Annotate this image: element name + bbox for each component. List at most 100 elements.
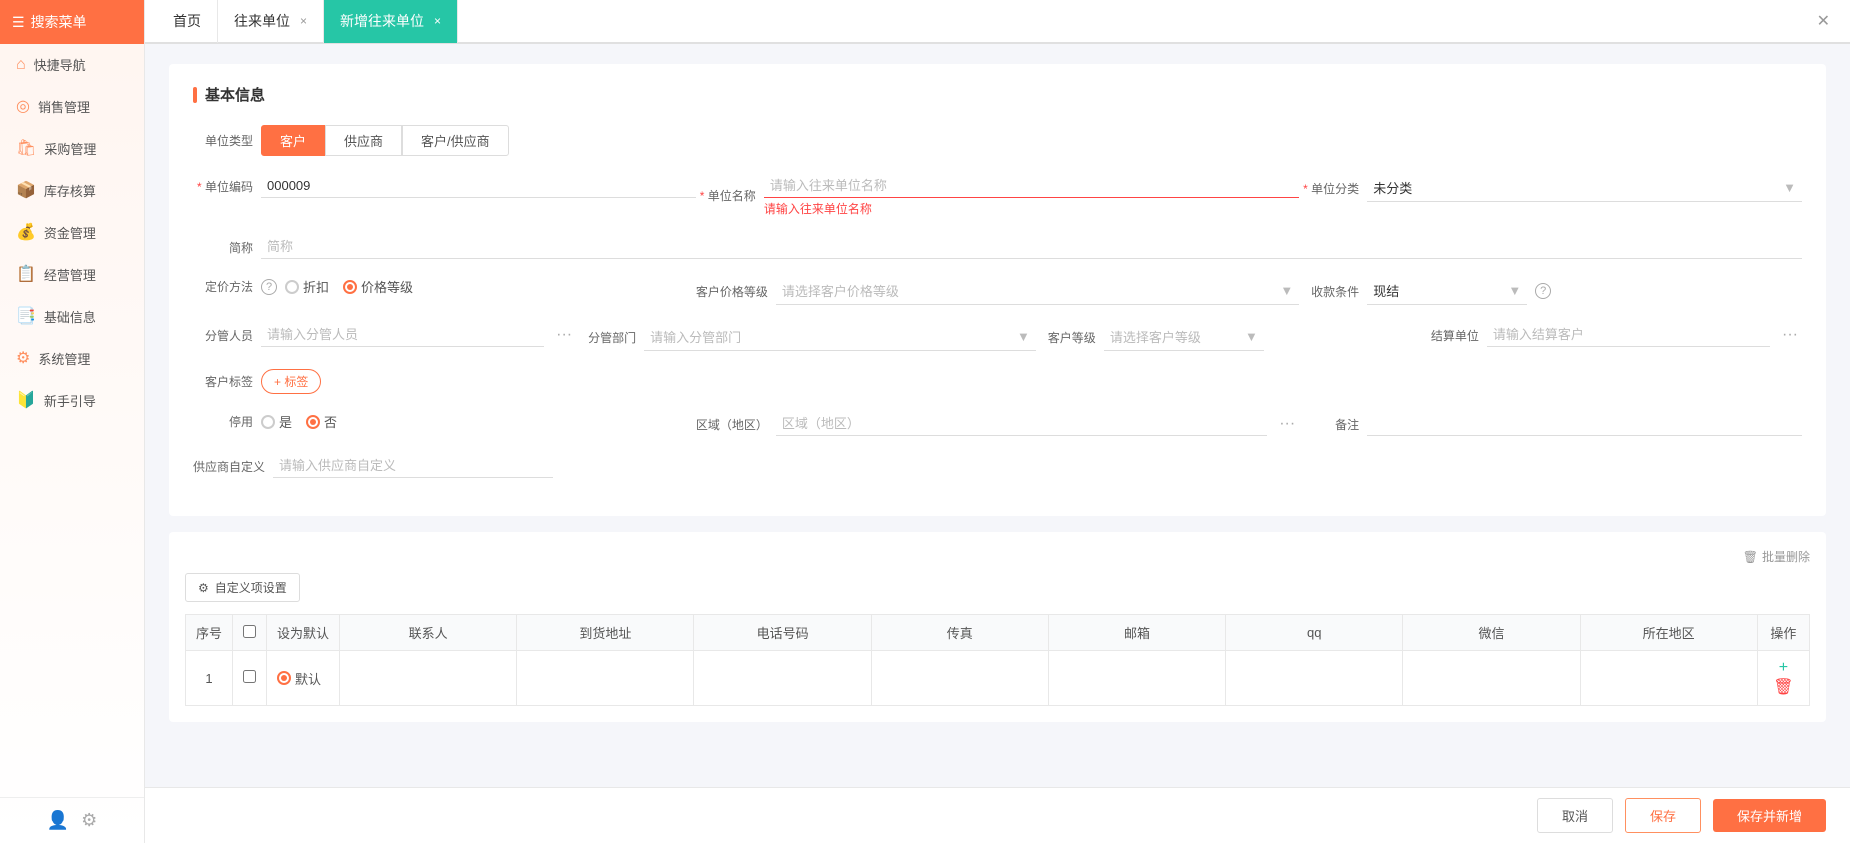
email-input[interactable] [1059,667,1215,690]
tab-home[interactable]: 首页 [157,0,218,43]
type-both-button[interactable]: 客户/供应商 [402,125,509,156]
fax-input[interactable] [882,667,1038,690]
unit-category-select[interactable]: 未分类 ▼ [1367,174,1802,202]
cell-address [517,651,694,706]
tab-label-add-unit: 新增往来单位 [340,11,424,31]
cell-check [233,651,267,706]
col-wechat: 微信 [1403,615,1580,651]
sidebar-item-quick-nav[interactable]: ⌂快捷导航 [0,44,144,85]
settings-icon[interactable]: ⚙ [81,810,97,831]
disabled-no-option[interactable]: 否 [306,412,337,431]
settings-gear-icon: ⚙ [198,581,209,595]
pricing-label: 定价方法 [193,278,253,295]
manager-label: 分管人员 [193,327,253,344]
sidebar-item-finance[interactable]: 💰资金管理 [0,211,144,253]
sidebar-item-operations[interactable]: 📋经营管理 [0,253,144,295]
add-row-button[interactable]: + [1779,659,1788,677]
chevron-down-icon2: ▼ [1280,283,1293,298]
sidebar-search[interactable]: ☰ 搜索菜单 [0,0,144,44]
code-name-row: * 单位编码 * 单位名称 请输入往来单位名称 * 单位分类 [193,174,1802,217]
pricing-discount-option[interactable]: 折扣 [285,277,329,296]
add-tag-button[interactable]: + 标签 [261,369,321,394]
save-new-button[interactable]: 保存并新增 [1713,799,1826,832]
qq-input[interactable] [1236,667,1392,690]
close-all-tabs-button[interactable]: ✕ [1809,11,1838,31]
batch-delete-button[interactable]: 🗑 批量删除 [1743,548,1810,565]
select-all-checkbox[interactable] [243,625,256,638]
sidebar-item-system[interactable]: ⚙系统管理 [0,337,144,379]
tab-unit-list[interactable]: 往来单位× [218,0,324,43]
col-qq: qq [1226,615,1403,651]
cancel-button[interactable]: 取消 [1537,798,1613,833]
manager-row: 分管人员 ··· 分管部门 请输入分管部门 ▼ 客户等级 请选择客户等级 ▼ [193,323,1802,351]
col-action: 操作 [1757,615,1809,651]
customer-level-select[interactable]: 请选择客户等级 ▼ [1104,323,1264,351]
tab-add-unit[interactable]: 新增往来单位 × [324,0,458,43]
manager-input[interactable] [261,323,544,347]
pricing-level-option[interactable]: 价格等级 [343,277,413,296]
default-radio-option[interactable]: 默认 [277,669,329,688]
payment-help-icon[interactable]: ? [1535,283,1551,299]
col-contact: 联系人 [340,615,517,651]
manager-more-icon[interactable]: ··· [552,326,576,344]
sidebar-item-basic-info[interactable]: 📑基础信息 [0,295,144,337]
discount-radio[interactable] [285,280,299,294]
tab-bar: 首页往来单位× 新增往来单位 × ✕ [145,0,1850,44]
dept-label: 分管部门 [576,329,636,346]
settlement-input[interactable] [1487,323,1770,347]
delete-row-button[interactable]: 🗑 [1773,677,1793,697]
disabled-radio-group: 是 否 [261,412,337,431]
contact-input[interactable] [350,667,506,690]
phone-input[interactable] [704,667,860,690]
payment-field: 收款条件 现结 ▼ ? [1299,277,1802,305]
supplier-custom-label: 供应商自定义 [193,458,265,475]
unit-code-input[interactable] [261,174,696,198]
payment-select[interactable]: 现结 ▼ [1367,277,1527,305]
disabled-no-radio[interactable] [306,415,320,429]
address-input[interactable] [527,667,683,690]
sidebar-item-inventory[interactable]: 📦库存核算 [0,169,144,211]
close-tab-add-unit[interactable]: × [434,14,441,28]
sidebar-item-sales[interactable]: ◎销售管理 [0,85,144,127]
wechat-input[interactable] [1413,667,1569,690]
disabled-yes-radio[interactable] [261,415,275,429]
supplier-custom-input[interactable] [273,454,553,478]
dept-select[interactable]: 请输入分管部门 ▼ [644,323,1036,351]
sidebar-item-label: 经营管理 [44,265,96,284]
custom-settings-button[interactable]: ⚙ 自定义项设置 [185,573,300,602]
supplier-custom-field: 供应商自定义 [193,454,1802,478]
type-supplier-button[interactable]: 供应商 [325,125,402,156]
price-level-placeholder: 请选择客户价格等级 [782,281,899,300]
default-label: 默认 [295,669,321,688]
price-level-radio[interactable] [343,280,357,294]
close-tab-unit-list[interactable]: × [300,14,307,28]
region-more-icon[interactable]: ··· [1275,415,1299,433]
cell-region [1580,651,1757,706]
customer-level-placeholder: 请选择客户等级 [1110,327,1201,346]
table-region-input[interactable] [1591,667,1747,690]
cell-qq [1226,651,1403,706]
default-radio-circle[interactable] [277,671,291,685]
customer-level-field: 客户等级 请选择客户等级 ▼ [1036,323,1419,351]
unit-name-input[interactable] [764,174,1299,198]
disabled-yes-option[interactable]: 是 [261,412,292,431]
type-customer-button[interactable]: 客户 [261,125,325,156]
unit-type-row: 单位类型 客户 供应商 客户/供应商 [193,125,1802,156]
user-icon[interactable]: 👤 [47,810,69,831]
sidebar-item-label: 新手引导 [44,391,96,410]
price-level-select[interactable]: 请选择客户价格等级 ▼ [776,277,1299,305]
region-input[interactable] [776,412,1267,436]
price-level-label: 客户价格等级 [696,283,768,300]
sidebar-item-purchase[interactable]: 🛍采购管理 [0,127,144,169]
row-checkbox[interactable] [243,670,256,683]
purchase-icon: 🛍 [16,138,36,158]
chevron-down-icon: ▼ [1783,180,1796,195]
short-name-input[interactable] [261,235,1802,259]
sidebar-item-guide[interactable]: 🔰新手引导 [0,379,144,421]
pricing-help-icon[interactable]: ? [261,279,277,295]
settlement-more-icon[interactable]: ··· [1778,326,1802,344]
cell-contact [340,651,517,706]
unit-code-label: * 单位编码 [193,178,253,195]
save-button[interactable]: 保存 [1625,798,1701,833]
remark-input[interactable] [1367,412,1802,436]
